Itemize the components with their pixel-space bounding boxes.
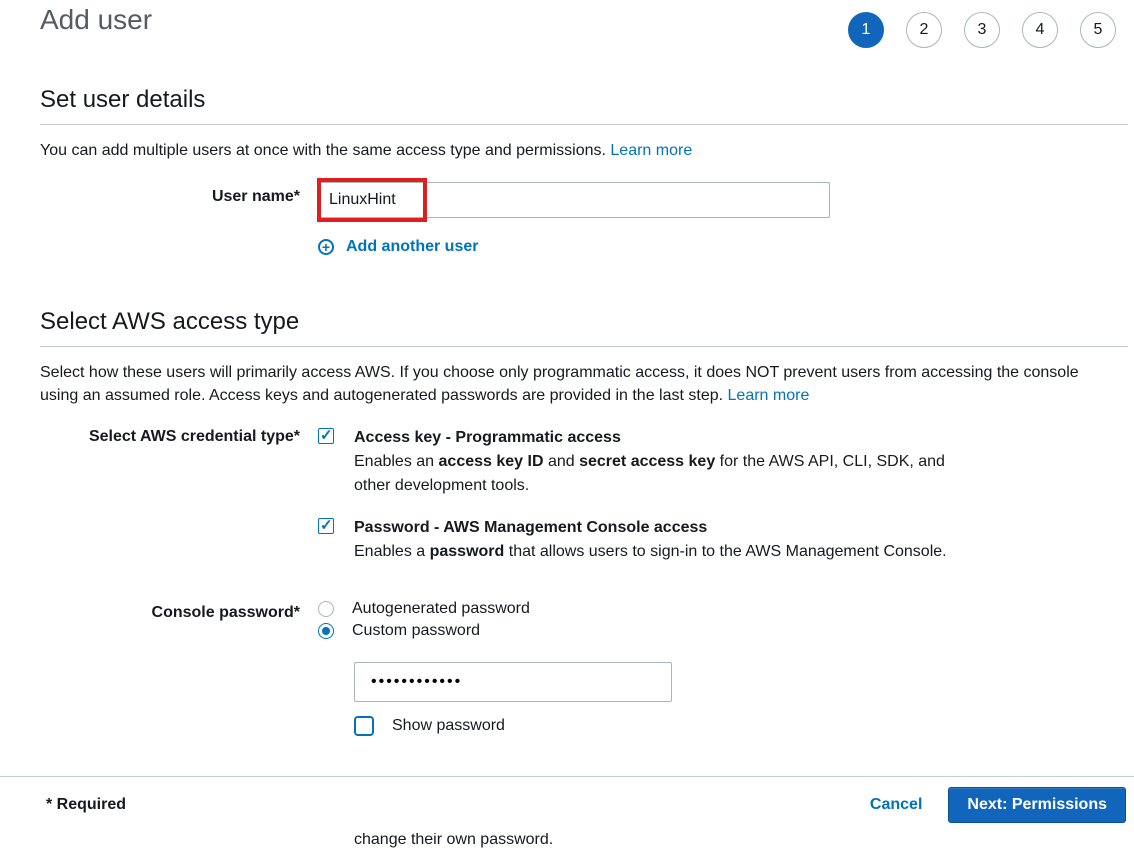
step-2[interactable]: 2 bbox=[906, 12, 942, 48]
cancel-button[interactable]: Cancel bbox=[870, 796, 922, 814]
learn-more-access-type[interactable]: Learn more bbox=[728, 387, 810, 404]
access-type-heading: Select AWS access type bbox=[40, 308, 1128, 336]
password-input[interactable] bbox=[354, 662, 672, 702]
step-1[interactable]: 1 bbox=[848, 12, 884, 48]
next-permissions-button[interactable]: Next: Permissions bbox=[948, 787, 1126, 823]
credential-type-label: Select AWS credential type* bbox=[89, 428, 300, 445]
wizard-steps: 1 2 3 4 5 bbox=[848, 4, 1116, 48]
add-another-user-button[interactable]: + Add another user bbox=[318, 238, 1128, 256]
custom-password-label: Custom password bbox=[352, 622, 480, 640]
step-3[interactable]: 3 bbox=[964, 12, 1000, 48]
show-password-label: Show password bbox=[392, 717, 505, 735]
autogenerated-password-radio[interactable] bbox=[318, 601, 334, 617]
username-input[interactable] bbox=[318, 182, 830, 218]
add-another-user-label: Add another user bbox=[346, 238, 478, 256]
required-note: * Required bbox=[46, 796, 126, 814]
autogenerated-password-label: Autogenerated password bbox=[352, 600, 530, 618]
step-4[interactable]: 4 bbox=[1022, 12, 1058, 48]
wizard-footer: * Required Cancel Next: Permissions bbox=[0, 776, 1134, 833]
password-access-title: Password - AWS Management Console access bbox=[354, 516, 954, 540]
set-user-details-heading: Set user details bbox=[40, 86, 1128, 114]
plus-icon: + bbox=[318, 239, 334, 255]
access-key-checkbox[interactable] bbox=[318, 428, 334, 444]
username-label: User name* bbox=[212, 188, 300, 205]
console-password-label: Console password* bbox=[152, 604, 300, 621]
custom-password-radio[interactable] bbox=[318, 623, 334, 639]
step-5[interactable]: 5 bbox=[1080, 12, 1116, 48]
show-password-checkbox[interactable] bbox=[354, 716, 374, 736]
page-title: Add user bbox=[40, 4, 152, 36]
access-key-title: Access key - Programmatic access bbox=[354, 426, 954, 450]
password-access-desc: Enables a password that allows users to … bbox=[354, 540, 954, 564]
access-type-desc: Select how these users will primarily ac… bbox=[40, 361, 1120, 407]
access-key-desc: Enables an access key ID and secret acce… bbox=[354, 450, 954, 498]
set-user-details-desc: You can add multiple users at once with … bbox=[40, 139, 1120, 162]
learn-more-user-details[interactable]: Learn more bbox=[610, 142, 692, 159]
password-access-checkbox[interactable] bbox=[318, 518, 334, 534]
